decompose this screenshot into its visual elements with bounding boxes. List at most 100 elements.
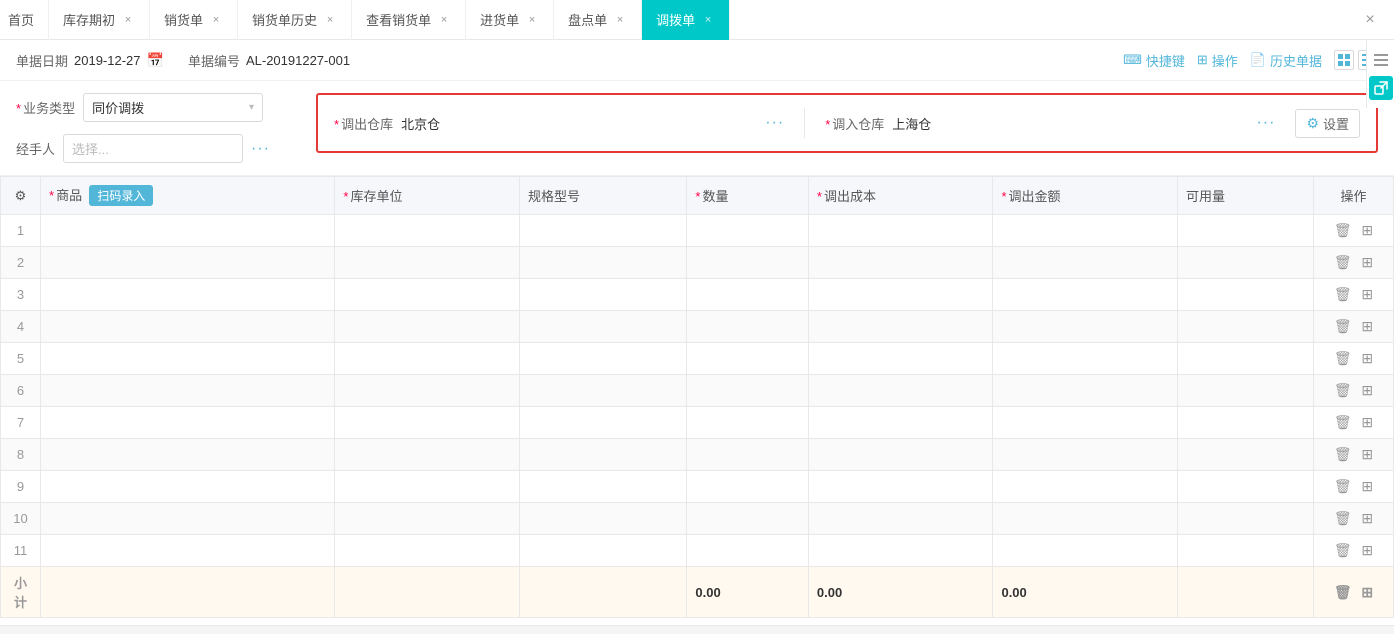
row-spec[interactable] [519,407,686,439]
row-product[interactable] [41,247,335,279]
row-qty[interactable] [687,311,809,343]
row-unit[interactable] [335,215,520,247]
row-amount[interactable] [993,247,1178,279]
row-amount[interactable] [993,215,1178,247]
row-spec[interactable] [519,375,686,407]
row-unit[interactable] [335,343,520,375]
row-qty[interactable] [687,439,809,471]
row-cost[interactable] [808,311,993,343]
delete-icon[interactable]: 🗑 [1334,510,1352,526]
copy-icon[interactable]: ⊞ [1361,382,1373,398]
delete-icon[interactable]: 🗑 [1334,350,1352,366]
settings-button[interactable]: ⚙ 设置 [1295,109,1360,138]
warehouse-out-more-button[interactable]: ··· [765,114,784,132]
row-cost[interactable] [808,247,993,279]
row-unit[interactable] [335,471,520,503]
row-available[interactable] [1178,471,1314,503]
window-close-button[interactable]: × [1354,4,1386,36]
tab-inventory-check[interactable]: 盘点单 × [554,0,642,40]
operator-more-button[interactable]: ··· [251,140,270,158]
tab-sales-order-close[interactable]: × [209,13,223,27]
row-product[interactable] [41,343,335,375]
operator-select[interactable]: 选择... [63,134,243,163]
row-product[interactable] [41,215,335,247]
sidebar-external-link-icon[interactable] [1369,76,1393,100]
row-available[interactable] [1178,247,1314,279]
row-unit[interactable] [335,247,520,279]
row-product[interactable] [41,279,335,311]
copy-icon[interactable]: ⊞ [1361,222,1373,238]
copy-icon[interactable]: ⊞ [1361,510,1373,526]
sidebar-list-icon[interactable] [1369,48,1393,72]
row-amount[interactable] [993,407,1178,439]
row-qty[interactable] [687,279,809,311]
date-value[interactable]: 2019-12-27 [74,53,141,68]
row-qty[interactable] [687,247,809,279]
row-cost[interactable] [808,407,993,439]
delete-icon[interactable]: 🗑 [1334,382,1352,398]
row-available[interactable] [1178,279,1314,311]
row-spec[interactable] [519,503,686,535]
tab-view-sales[interactable]: 查看销货单 × [352,0,466,40]
delete-icon[interactable]: 🗑 [1334,414,1352,430]
row-available[interactable] [1178,311,1314,343]
row-qty[interactable] [687,503,809,535]
shortcuts-button[interactable]: ⌨ 快捷键 [1123,51,1185,70]
warehouse-out-value[interactable]: 北京仓 [401,114,440,133]
row-available[interactable] [1178,407,1314,439]
summary-copy-icon[interactable]: ⊞ [1361,584,1373,600]
row-product[interactable] [41,375,335,407]
tab-purchase-order[interactable]: 进货单 × [466,0,554,40]
row-amount[interactable] [993,471,1178,503]
row-spec[interactable] [519,247,686,279]
copy-icon[interactable]: ⊞ [1361,254,1373,270]
operations-button[interactable]: ⊞ 操作 [1197,51,1238,70]
row-cost[interactable] [808,215,993,247]
row-cost[interactable] [808,343,993,375]
row-product[interactable] [41,503,335,535]
row-spec[interactable] [519,343,686,375]
row-unit[interactable] [335,439,520,471]
row-available[interactable] [1178,535,1314,567]
delete-icon[interactable]: 🗑 [1334,446,1352,462]
row-qty[interactable] [687,215,809,247]
row-cost[interactable] [808,503,993,535]
row-available[interactable] [1178,375,1314,407]
row-product[interactable] [41,535,335,567]
copy-icon[interactable]: ⊞ [1361,286,1373,302]
row-unit[interactable] [335,375,520,407]
row-amount[interactable] [993,279,1178,311]
row-amount[interactable] [993,375,1178,407]
row-spec[interactable] [519,311,686,343]
row-unit[interactable] [335,503,520,535]
row-unit[interactable] [335,407,520,439]
delete-icon[interactable]: 🗑 [1334,222,1352,238]
delete-icon[interactable]: 🗑 [1334,542,1352,558]
row-spec[interactable] [519,279,686,311]
row-qty[interactable] [687,375,809,407]
row-spec[interactable] [519,471,686,503]
row-cost[interactable] [808,279,993,311]
copy-icon[interactable]: ⊞ [1361,478,1373,494]
row-cost[interactable] [808,375,993,407]
tab-purchase-order-close[interactable]: × [525,13,539,27]
tab-inventory-init-close[interactable]: × [121,13,135,27]
warehouse-in-value[interactable]: 上海仓 [892,114,931,133]
row-available[interactable] [1178,439,1314,471]
delete-icon[interactable]: 🗑 [1334,478,1352,494]
history-button[interactable]: 📄 历史单据 [1250,51,1322,70]
row-qty[interactable] [687,535,809,567]
tab-transfer-order-close[interactable]: × [701,13,715,27]
row-amount[interactable] [993,503,1178,535]
tab-sales-history[interactable]: 销货单历史 × [238,0,352,40]
copy-icon[interactable]: ⊞ [1361,542,1373,558]
row-cost[interactable] [808,471,993,503]
tab-transfer-order[interactable]: 调拨单 × [642,0,730,40]
row-spec[interactable] [519,215,686,247]
tab-sales-history-close[interactable]: × [323,13,337,27]
row-unit[interactable] [335,311,520,343]
layout-btn-1[interactable] [1334,50,1354,70]
row-product[interactable] [41,311,335,343]
th-gear[interactable]: ⚙ [1,177,41,215]
tab-view-sales-close[interactable]: × [437,13,451,27]
